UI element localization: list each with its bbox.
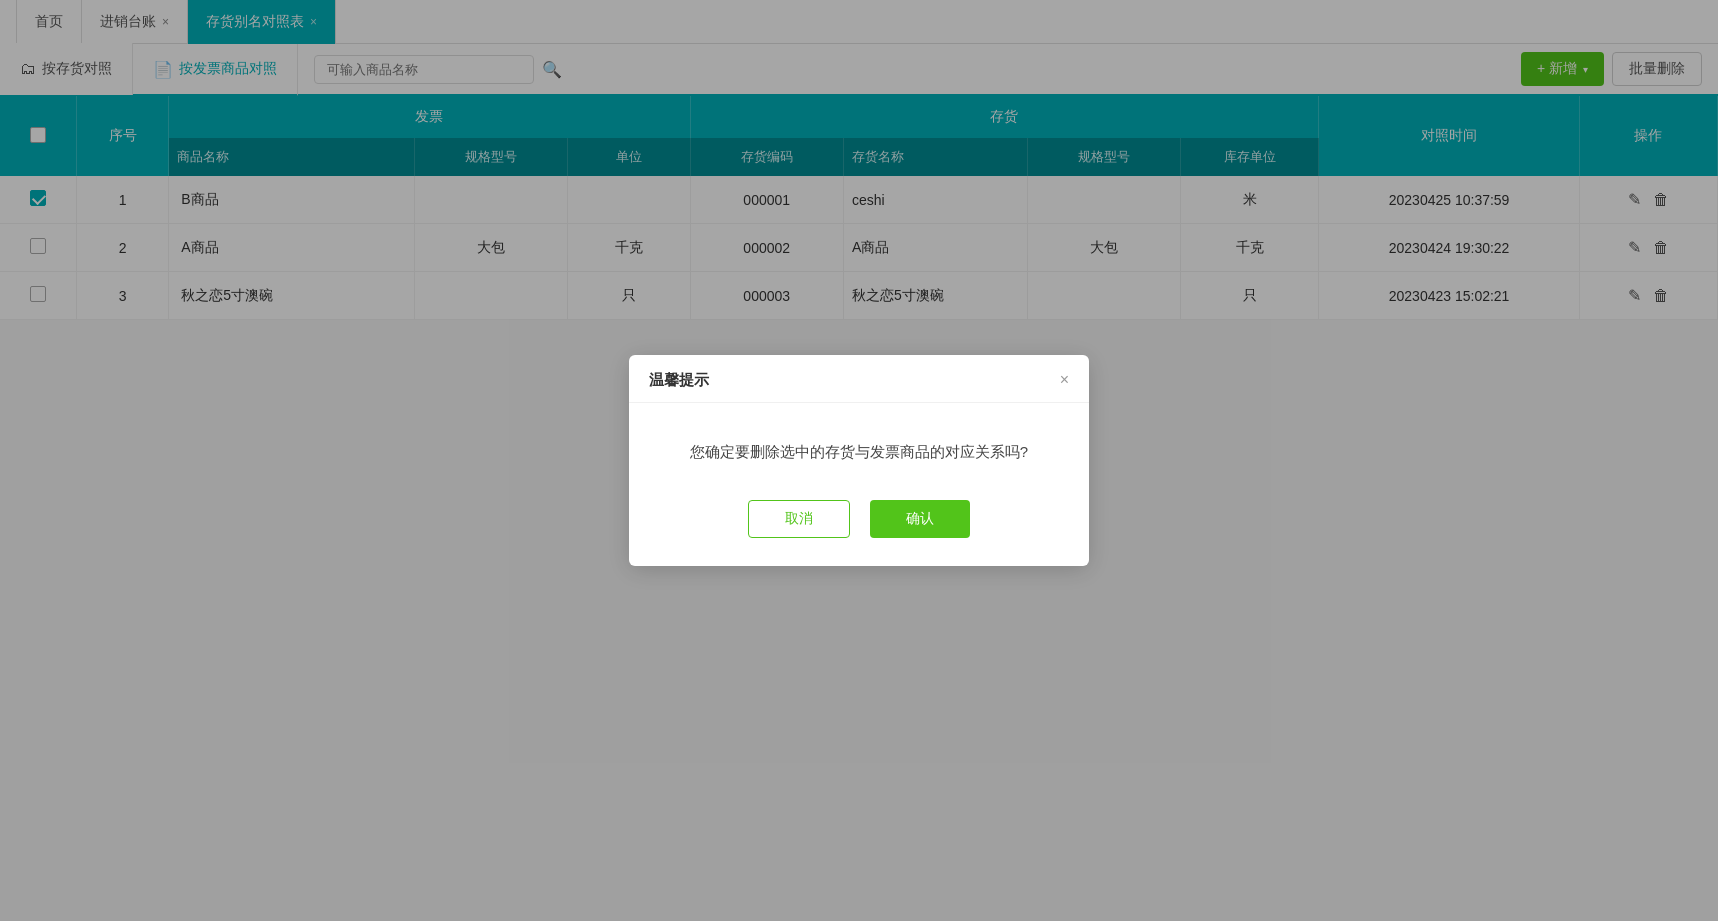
dialog-overlay: 温馨提示 × 您确定要删除选中的存货与发票商品的对应关系吗? 取消 确认 bbox=[0, 0, 1718, 320]
